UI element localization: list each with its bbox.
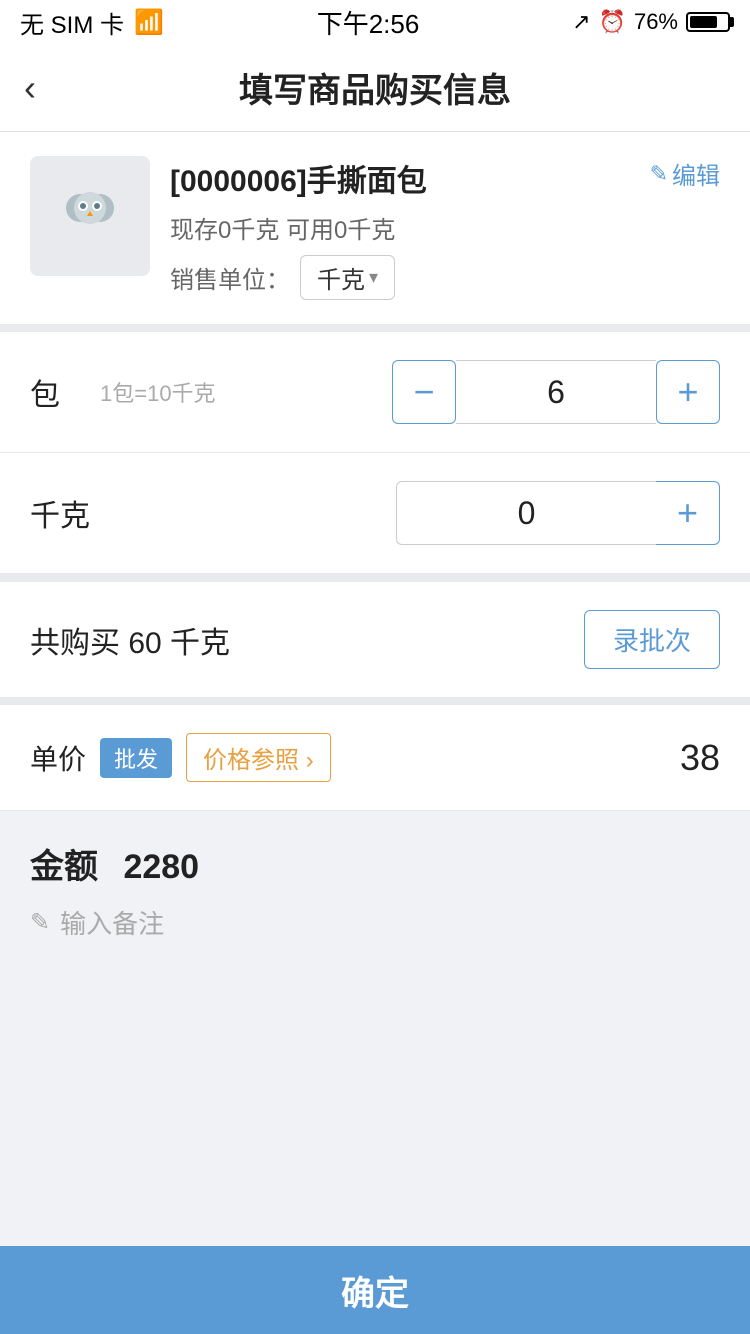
quantity-input-kg[interactable]: [396, 481, 656, 545]
quantity-row-kg: 千克 +: [0, 453, 750, 574]
price-type-badge: 批发: [100, 738, 172, 778]
header: ‹ 填写商品购买信息: [0, 44, 750, 132]
amount-section: 金额 2280 ✎ 输入备注: [0, 811, 750, 961]
note-placeholder: 输入备注: [60, 904, 164, 941]
batch-button[interactable]: 录批次: [584, 610, 720, 669]
status-left: 无 SIM 卡 📶: [20, 5, 164, 40]
note-row[interactable]: ✎ 输入备注: [30, 904, 720, 941]
battery-icon: [686, 12, 730, 32]
product-info: [0000006]手撕面包 现存0千克 可用0千克 销售单位： 千克 ▾: [170, 156, 720, 300]
unit-bao-label: 包: [30, 370, 90, 414]
product-name: [0000006]手撕面包: [170, 156, 720, 200]
price-label: 单价: [30, 738, 86, 778]
status-bar: 无 SIM 卡 📶 下午2:56 ↗ ⏰ 76%: [0, 0, 750, 44]
back-button[interactable]: ‹: [24, 67, 36, 109]
unit-label: 销售单位：: [170, 260, 290, 295]
plus-button-bao[interactable]: +: [656, 360, 720, 424]
status-time: 下午2:56: [317, 4, 420, 41]
price-value: 38: [680, 737, 720, 779]
quantity-section: 包 1包=10千克 − + 千克 +: [0, 332, 750, 574]
amount-label: 金额: [30, 848, 98, 886]
summary-row: 共购买 60 千克 录批次: [0, 574, 750, 705]
unit-bao-hint: 1包=10千克: [100, 376, 392, 408]
battery-percent: 76%: [634, 9, 678, 35]
location-icon: ↗: [572, 9, 590, 35]
product-image: [30, 156, 150, 276]
price-section: 单价 批发 价格参照 › 38: [0, 705, 750, 811]
page-title: 填写商品购买信息: [239, 63, 511, 112]
quantity-row-bao: 包 1包=10千克 − +: [0, 332, 750, 453]
edit-button[interactable]: ✎ 编辑: [650, 156, 720, 191]
summary-text: 共购买 60 千克: [30, 618, 230, 662]
product-stock: 现存0千克 可用0千克: [170, 210, 720, 245]
minus-button-bao[interactable]: −: [392, 360, 456, 424]
alarm-icon: ⏰: [599, 9, 626, 35]
price-ref-button[interactable]: 价格参照 ›: [186, 733, 331, 782]
confirm-button[interactable]: 确定: [341, 1266, 409, 1315]
unit-kg-label: 千克: [30, 491, 90, 535]
wifi-icon: 📶: [134, 8, 164, 37]
no-sim-label: 无 SIM 卡: [20, 5, 124, 40]
quantity-controls-bao: − +: [392, 360, 720, 424]
quantity-controls-kg: +: [396, 481, 720, 545]
edit-note-icon: ✎: [30, 908, 50, 937]
status-right: ↗ ⏰ 76%: [572, 9, 730, 35]
product-card: [0000006]手撕面包 现存0千克 可用0千克 销售单位： 千克 ▾ ✎ 编…: [0, 132, 750, 332]
footer[interactable]: 确定: [0, 1246, 750, 1334]
product-unit-row: 销售单位： 千克 ▾: [170, 255, 720, 300]
amount-row: 金额 2280: [30, 839, 720, 888]
plus-button-kg[interactable]: +: [656, 481, 720, 545]
unit-select[interactable]: 千克 ▾: [300, 255, 395, 300]
amount-value: 2280: [123, 848, 199, 886]
quantity-input-bao[interactable]: [456, 360, 656, 424]
